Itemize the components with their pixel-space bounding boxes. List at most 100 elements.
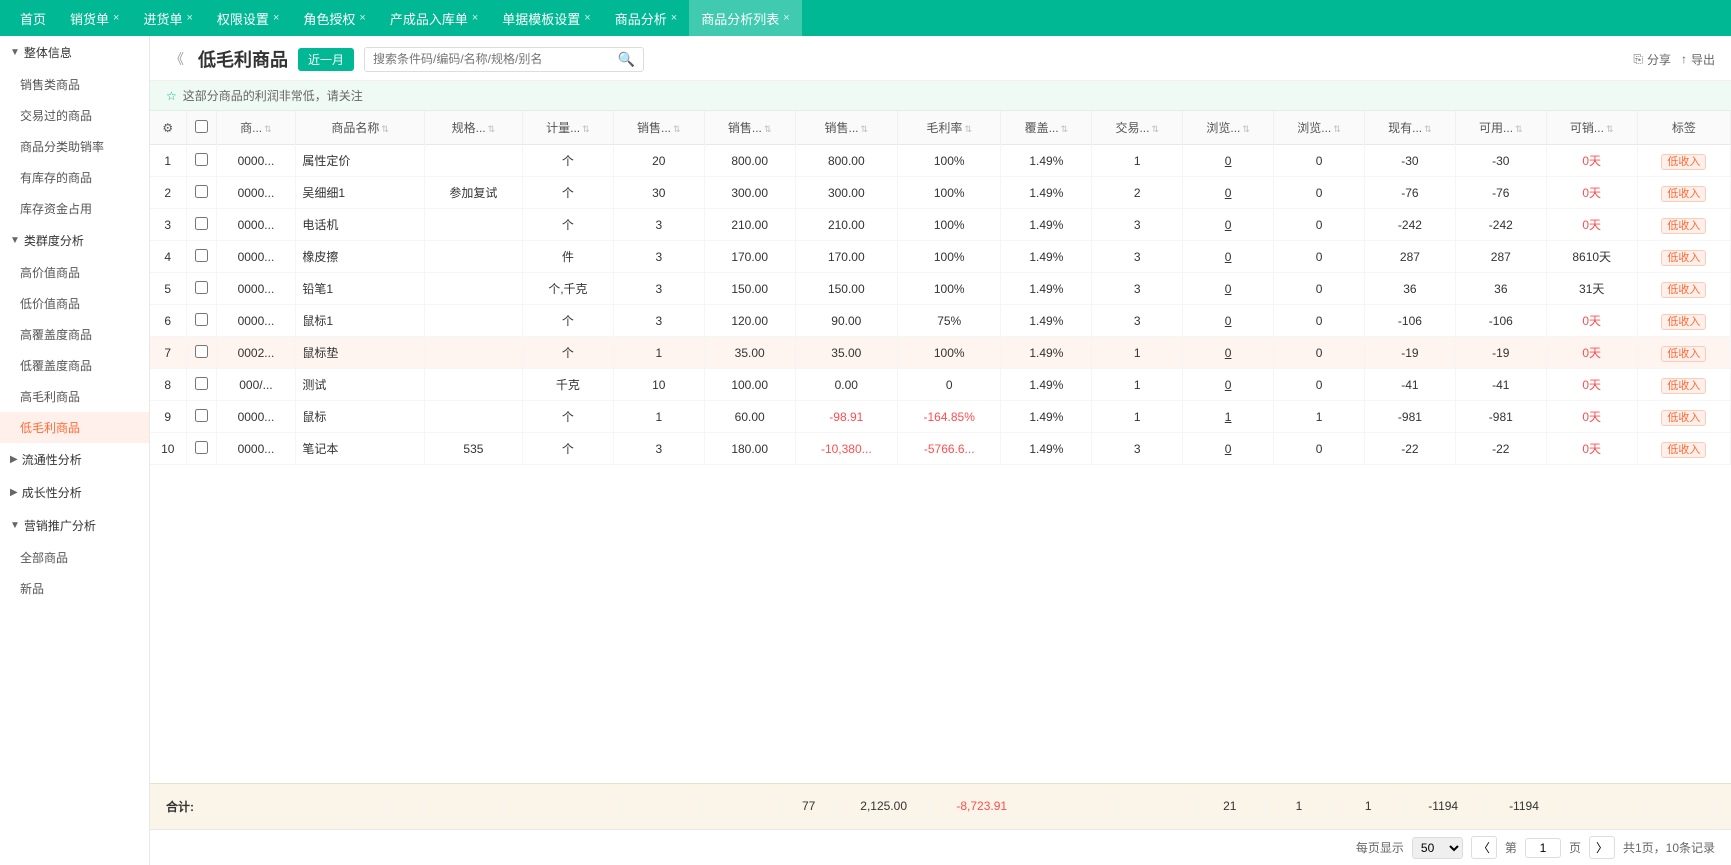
sidebar-item-sales-goods[interactable]: 销售类商品 bbox=[0, 69, 149, 100]
sidebar-section-overall[interactable]: ▼ 整体信息 bbox=[0, 36, 149, 69]
cell-view1[interactable]: 0 bbox=[1183, 241, 1274, 273]
col-checkbox[interactable] bbox=[186, 111, 216, 145]
nav-item-products[interactable]: 产成品入库单 × bbox=[378, 0, 490, 36]
sidebar-item-inventory-capital[interactable]: 库存资金占用 bbox=[0, 193, 149, 224]
close-icon[interactable]: × bbox=[671, 12, 677, 24]
page-number-input[interactable] bbox=[1525, 838, 1561, 858]
col-saleable[interactable]: 可销...⇅ bbox=[1546, 111, 1637, 145]
col-unit[interactable]: 计量...⇅ bbox=[522, 111, 613, 145]
sidebar-item-high-margin[interactable]: 高毛利商品 bbox=[0, 381, 149, 412]
cell-view1[interactable]: 0 bbox=[1183, 433, 1274, 465]
nav-item-goods-analysis[interactable]: 商品分析 × bbox=[603, 0, 689, 36]
row-checkbox[interactable] bbox=[195, 185, 208, 198]
sidebar-item-high-value[interactable]: 高价值商品 bbox=[0, 257, 149, 288]
search-input[interactable] bbox=[373, 52, 618, 66]
col-sales-price[interactable]: 销售...⇅ bbox=[704, 111, 795, 145]
close-icon[interactable]: × bbox=[186, 12, 192, 24]
nav-item-templates[interactable]: 单据模板设置 × bbox=[490, 0, 602, 36]
sidebar-item-stocked-goods[interactable]: 有库存的商品 bbox=[0, 162, 149, 193]
row-checkbox[interactable] bbox=[195, 217, 208, 230]
close-icon[interactable]: × bbox=[584, 12, 590, 24]
cell-view1[interactable]: 0 bbox=[1183, 369, 1274, 401]
nav-item-goods-analysis-list[interactable]: 商品分析列表 × bbox=[689, 0, 801, 36]
cell-checkbox[interactable] bbox=[186, 369, 216, 401]
cell-checkbox[interactable] bbox=[186, 177, 216, 209]
row-checkbox[interactable] bbox=[195, 345, 208, 358]
col-current[interactable]: 现有...⇅ bbox=[1364, 111, 1455, 145]
col-transaction[interactable]: 交易...⇅ bbox=[1092, 111, 1183, 145]
col-view2[interactable]: 浏览...⇅ bbox=[1274, 111, 1365, 145]
search-icon[interactable]: 🔍 bbox=[618, 51, 635, 68]
cell-view1[interactable]: 0 bbox=[1183, 145, 1274, 177]
row-checkbox[interactable] bbox=[195, 153, 208, 166]
export-button[interactable]: ↑ 导出 bbox=[1681, 51, 1715, 68]
cell-checkbox[interactable] bbox=[186, 209, 216, 241]
cell-sales-qty: 20 bbox=[613, 145, 704, 177]
col-view1[interactable]: 浏览...⇅ bbox=[1183, 111, 1274, 145]
cell-view1[interactable]: 0 bbox=[1183, 337, 1274, 369]
sidebar-item-traded-goods[interactable]: 交易过的商品 bbox=[0, 100, 149, 131]
sidebar-item-category-rate[interactable]: 商品分类助销率 bbox=[0, 131, 149, 162]
row-checkbox[interactable] bbox=[195, 377, 208, 390]
cell-checkbox[interactable] bbox=[186, 337, 216, 369]
cell-checkbox[interactable] bbox=[186, 401, 216, 433]
col-coverage[interactable]: 覆盖...⇅ bbox=[1001, 111, 1092, 145]
cell-transaction: 2 bbox=[1092, 177, 1183, 209]
row-checkbox[interactable] bbox=[195, 441, 208, 454]
cell-view1[interactable]: 0 bbox=[1183, 273, 1274, 305]
close-icon[interactable]: × bbox=[273, 12, 279, 24]
cell-checkbox[interactable] bbox=[186, 145, 216, 177]
nav-item-home[interactable]: 首页 bbox=[8, 0, 58, 36]
col-name[interactable]: 商品名称⇅ bbox=[296, 111, 425, 145]
col-code[interactable]: 商...⇅ bbox=[216, 111, 296, 145]
close-icon[interactable]: × bbox=[783, 12, 789, 24]
sidebar-section-marketing[interactable]: ▼ 营销推广分析 bbox=[0, 509, 149, 542]
col-spec[interactable]: 规格...⇅ bbox=[424, 111, 522, 145]
row-checkbox[interactable] bbox=[195, 409, 208, 422]
page-size-select[interactable]: 50 100 200 bbox=[1412, 837, 1463, 859]
cell-current: -19 bbox=[1364, 337, 1455, 369]
close-icon[interactable]: × bbox=[359, 12, 365, 24]
cell-checkbox[interactable] bbox=[186, 433, 216, 465]
col-sales-amount[interactable]: 销售...⇅ bbox=[795, 111, 897, 145]
cell-checkbox[interactable] bbox=[186, 273, 216, 305]
cell-view1[interactable]: 0 bbox=[1183, 209, 1274, 241]
col-available[interactable]: 可用...⇅ bbox=[1455, 111, 1546, 145]
sidebar-section-growth[interactable]: ▶ 成长性分析 bbox=[0, 476, 149, 509]
cell-gross-rate: 100% bbox=[897, 337, 1000, 369]
col-tag[interactable]: 标签 bbox=[1637, 111, 1730, 145]
close-icon[interactable]: × bbox=[113, 12, 119, 24]
sidebar-item-high-coverage[interactable]: 高覆盖度商品 bbox=[0, 319, 149, 350]
sidebar-item-low-coverage[interactable]: 低覆盖度商品 bbox=[0, 350, 149, 381]
share-button[interactable]: ⎘ 分享 bbox=[1633, 51, 1671, 68]
sidebar-item-new-goods[interactable]: 新品 bbox=[0, 573, 149, 604]
sidebar-item-all-goods[interactable]: 全部商品 bbox=[0, 542, 149, 573]
nav-item-roles[interactable]: 角色授权 × bbox=[291, 0, 377, 36]
table-row: 9 0000... 鼠标 个 1 60.00 -98.91 -164.85% 1… bbox=[150, 401, 1731, 433]
row-checkbox[interactable] bbox=[195, 281, 208, 294]
cell-name: 铅笔1 bbox=[296, 273, 425, 305]
nav-item-permissions[interactable]: 权限设置 × bbox=[205, 0, 291, 36]
select-all-checkbox[interactable] bbox=[195, 120, 208, 133]
cell-view1[interactable]: 0 bbox=[1183, 305, 1274, 337]
nav-item-purchase[interactable]: 进货单 × bbox=[131, 0, 204, 36]
next-page-button[interactable]: 〉 bbox=[1589, 836, 1615, 859]
sidebar-item-low-margin[interactable]: 低毛利商品 bbox=[0, 412, 149, 443]
row-checkbox[interactable] bbox=[195, 313, 208, 326]
row-checkbox[interactable] bbox=[195, 249, 208, 262]
cell-checkbox[interactable] bbox=[186, 305, 216, 337]
cell-view1[interactable]: 1 bbox=[1183, 401, 1274, 433]
prev-page-button[interactable]: 〈 bbox=[1471, 836, 1497, 859]
col-gross-rate[interactable]: 毛利率⇅ bbox=[897, 111, 1000, 145]
sidebar-section-circulation[interactable]: ▶ 流通性分析 bbox=[0, 443, 149, 476]
col-sales-qty[interactable]: 销售...⇅ bbox=[613, 111, 704, 145]
sidebar-collapse-button[interactable]: 《 bbox=[166, 49, 188, 69]
col-settings[interactable]: ⚙ bbox=[150, 111, 186, 145]
cell-checkbox[interactable] bbox=[186, 241, 216, 273]
close-icon[interactable]: × bbox=[472, 12, 478, 24]
sidebar-item-low-value[interactable]: 低价值商品 bbox=[0, 288, 149, 319]
sidebar-section-cluster[interactable]: ▼ 类群度分析 bbox=[0, 224, 149, 257]
nav-item-sales[interactable]: 销货单 × bbox=[58, 0, 131, 36]
cell-view1[interactable]: 0 bbox=[1183, 177, 1274, 209]
date-filter-button[interactable]: 近一月 bbox=[298, 48, 354, 71]
